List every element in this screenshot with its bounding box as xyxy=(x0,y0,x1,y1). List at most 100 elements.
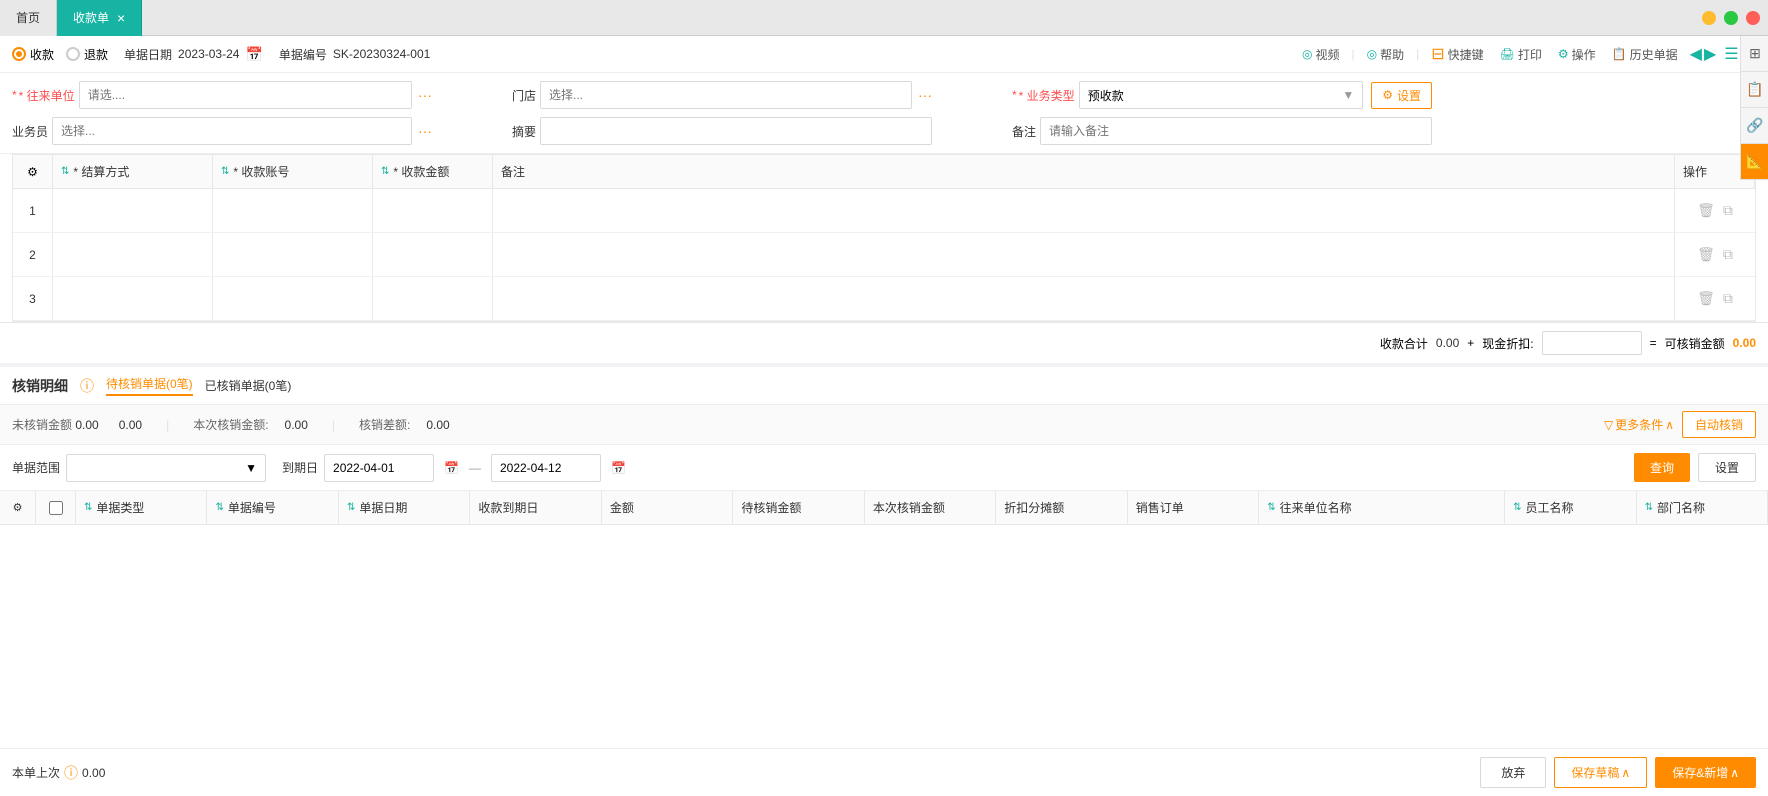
vth-employee: ⇅ 员工名称 xyxy=(1505,491,1636,524)
counterpart-label: * 往来单位 xyxy=(19,87,75,104)
tab-pending[interactable]: 待核销单据(0笔) xyxy=(106,375,193,396)
verify-header: 核销明细 ⓘ 待核销单据(0笔) 已核销单据(0笔) xyxy=(0,367,1768,405)
select-all-checkbox[interactable] xyxy=(49,501,63,515)
counterpart-input[interactable] xyxy=(79,81,412,109)
auto-verify-button[interactable]: 自动核销 xyxy=(1682,411,1756,438)
tab-home[interactable]: 首页 xyxy=(0,0,57,36)
video-icon: ◎ xyxy=(1302,47,1312,61)
employee-more-icon[interactable]: ··· xyxy=(418,123,432,139)
vth-type: ⇅ 单据类型 xyxy=(76,491,207,524)
verify-info-icon[interactable]: ⓘ xyxy=(80,376,94,396)
row3-copy-icon[interactable]: ⧉ xyxy=(1723,290,1733,307)
operation-button[interactable]: ⚙ 操作 xyxy=(1554,44,1600,65)
print-label: 打印 xyxy=(1518,46,1542,63)
remark-input[interactable] xyxy=(1040,117,1432,145)
row1-delete-icon[interactable]: 🗑 xyxy=(1697,202,1715,219)
help-label: 帮助 xyxy=(1380,46,1404,63)
query-button[interactable]: 查询 xyxy=(1634,453,1690,482)
sort-icon-type: ⇅ xyxy=(84,502,92,513)
save-new-label: 保存&新增 xyxy=(1672,764,1728,781)
row3-amount[interactable] xyxy=(373,277,493,320)
row2-account[interactable] xyxy=(213,233,373,276)
save-draft-button[interactable]: 保存草稿 ∧ xyxy=(1554,757,1647,788)
print-button[interactable]: 🖨 打印 xyxy=(1496,44,1546,65)
row1-amount[interactable] xyxy=(373,189,493,232)
save-new-button[interactable]: 保存&新增 ∧ xyxy=(1655,757,1756,788)
vth-check[interactable] xyxy=(36,491,76,524)
verify-settings-button[interactable]: 设置 xyxy=(1698,453,1756,482)
receipt-refund-radio: 收款 退款 xyxy=(12,46,108,63)
nav-next-icon[interactable]: ▶ xyxy=(1704,44,1716,64)
help-button[interactable]: ◎ 帮助 xyxy=(1363,44,1409,65)
sidebar-icon-link[interactable]: 🔗 xyxy=(1741,108,1768,144)
window-close-button[interactable] xyxy=(1746,11,1760,25)
vth-sales-order: 销售订单 xyxy=(1128,491,1259,524)
col-header-account: ⇅ * 收款账号 xyxy=(213,155,373,188)
row2-copy-icon[interactable]: ⧉ xyxy=(1723,246,1733,263)
date-calendar-icon[interactable]: 📅 xyxy=(245,46,262,63)
table-row: 2 🗑 ⧉ xyxy=(13,233,1755,277)
store-more-icon[interactable]: ··· xyxy=(918,87,932,103)
due-date-from-input[interactable]: 2022-04-01 xyxy=(324,454,434,482)
row3-account[interactable] xyxy=(213,277,373,320)
counterpart-more-icon[interactable]: ··· xyxy=(418,87,432,103)
window-minimize-button[interactable] xyxy=(1702,11,1716,25)
footer-left: 本单上次 ⓘ 0.00 xyxy=(12,763,105,783)
calendar-to-icon[interactable]: 📅 xyxy=(611,461,626,475)
history-button[interactable]: 📋 历史单据 xyxy=(1608,44,1682,65)
calendar-from-icon[interactable]: 📅 xyxy=(444,461,459,475)
radio-receipt[interactable]: 收款 xyxy=(12,46,54,63)
tab-done[interactable]: 已核销单据(0笔) xyxy=(205,377,292,394)
vth-amount: 金额 xyxy=(602,491,733,524)
row1-account[interactable] xyxy=(213,189,373,232)
info-icon[interactable]: ⓘ xyxy=(64,763,78,783)
range-dropdown[interactable]: ▼ xyxy=(66,454,266,482)
counterpart-required-star: * xyxy=(12,88,17,102)
sidebar-icon-layout[interactable]: 📐 xyxy=(1741,144,1768,180)
previous-label: 本单上次 xyxy=(12,764,60,781)
abandon-button[interactable]: 放弃 xyxy=(1480,757,1546,788)
verify-stats: 未核销金额 0.00 0.00 | 本次核销金额: 0.00 | 核销差额: 0… xyxy=(0,405,1768,445)
summary-field: 摘要 xyxy=(512,117,932,145)
employee-input[interactable] xyxy=(52,117,412,145)
date-value: 2023-03-24 xyxy=(178,47,239,61)
tab-close-icon[interactable]: × xyxy=(117,10,125,26)
business-type-value: 预收款 xyxy=(1088,87,1343,104)
filter-row: 单据范围 ▼ 到期日 2022-04-01 📅 — 2022-04-12 📅 xyxy=(0,445,1768,491)
window-maximize-button[interactable] xyxy=(1724,11,1738,25)
radio-refund[interactable]: 退款 xyxy=(66,46,108,63)
business-type-dropdown[interactable]: 预收款 ▼ xyxy=(1079,81,1364,109)
row2-delete-icon[interactable]: 🗑 xyxy=(1697,246,1715,263)
list-view-icon[interactable]: ☰ xyxy=(1724,44,1738,64)
row3-remark[interactable] xyxy=(493,277,1675,320)
summary-input[interactable] xyxy=(540,117,932,145)
row1-remark[interactable] xyxy=(493,189,1675,232)
row3-delete-icon[interactable]: 🗑 xyxy=(1697,290,1715,307)
more-conditions-button[interactable]: ▽ 更多条件 ∧ xyxy=(1604,416,1674,433)
row2-settle[interactable] xyxy=(53,233,213,276)
sidebar-icon-sheet[interactable]: 📋 xyxy=(1741,72,1768,108)
row2-amount[interactable] xyxy=(373,233,493,276)
history-icon: 📋 xyxy=(1612,47,1627,61)
table-settings-icon[interactable]: ⚙ xyxy=(13,155,53,188)
due-date-to-input[interactable]: 2022-04-12 xyxy=(491,454,601,482)
col-header-remark: 备注 xyxy=(493,155,1675,188)
vth-settings[interactable]: ⚙ xyxy=(0,491,36,524)
row1-settle[interactable] xyxy=(53,189,213,232)
row2-remark[interactable] xyxy=(493,233,1675,276)
video-button[interactable]: ◎ 视频 xyxy=(1298,44,1344,65)
tab-done-label: 已核销单据(0笔) xyxy=(205,377,292,394)
row3-settle[interactable] xyxy=(53,277,213,320)
business-type-field: * * 业务类型 预收款 ▼ ⚙ 设置 xyxy=(1012,81,1432,109)
settings-button[interactable]: ⚙ 设置 xyxy=(1371,82,1432,109)
sidebar-icon-table[interactable]: ⊞ xyxy=(1741,36,1768,72)
store-input[interactable] xyxy=(540,81,912,109)
nav-prev-icon[interactable]: ◀ xyxy=(1690,44,1702,64)
tab-receipt[interactable]: 收款单 × xyxy=(57,0,142,36)
shortcut-button[interactable]: ⊟ 快捷键 xyxy=(1427,42,1487,66)
row-num-1: 1 xyxy=(13,189,53,232)
row1-copy-icon[interactable]: ⧉ xyxy=(1723,202,1733,219)
discount-input[interactable] xyxy=(1542,331,1642,355)
radio-receipt-label: 收款 xyxy=(30,46,54,63)
radio-refund-label: 退款 xyxy=(84,46,108,63)
